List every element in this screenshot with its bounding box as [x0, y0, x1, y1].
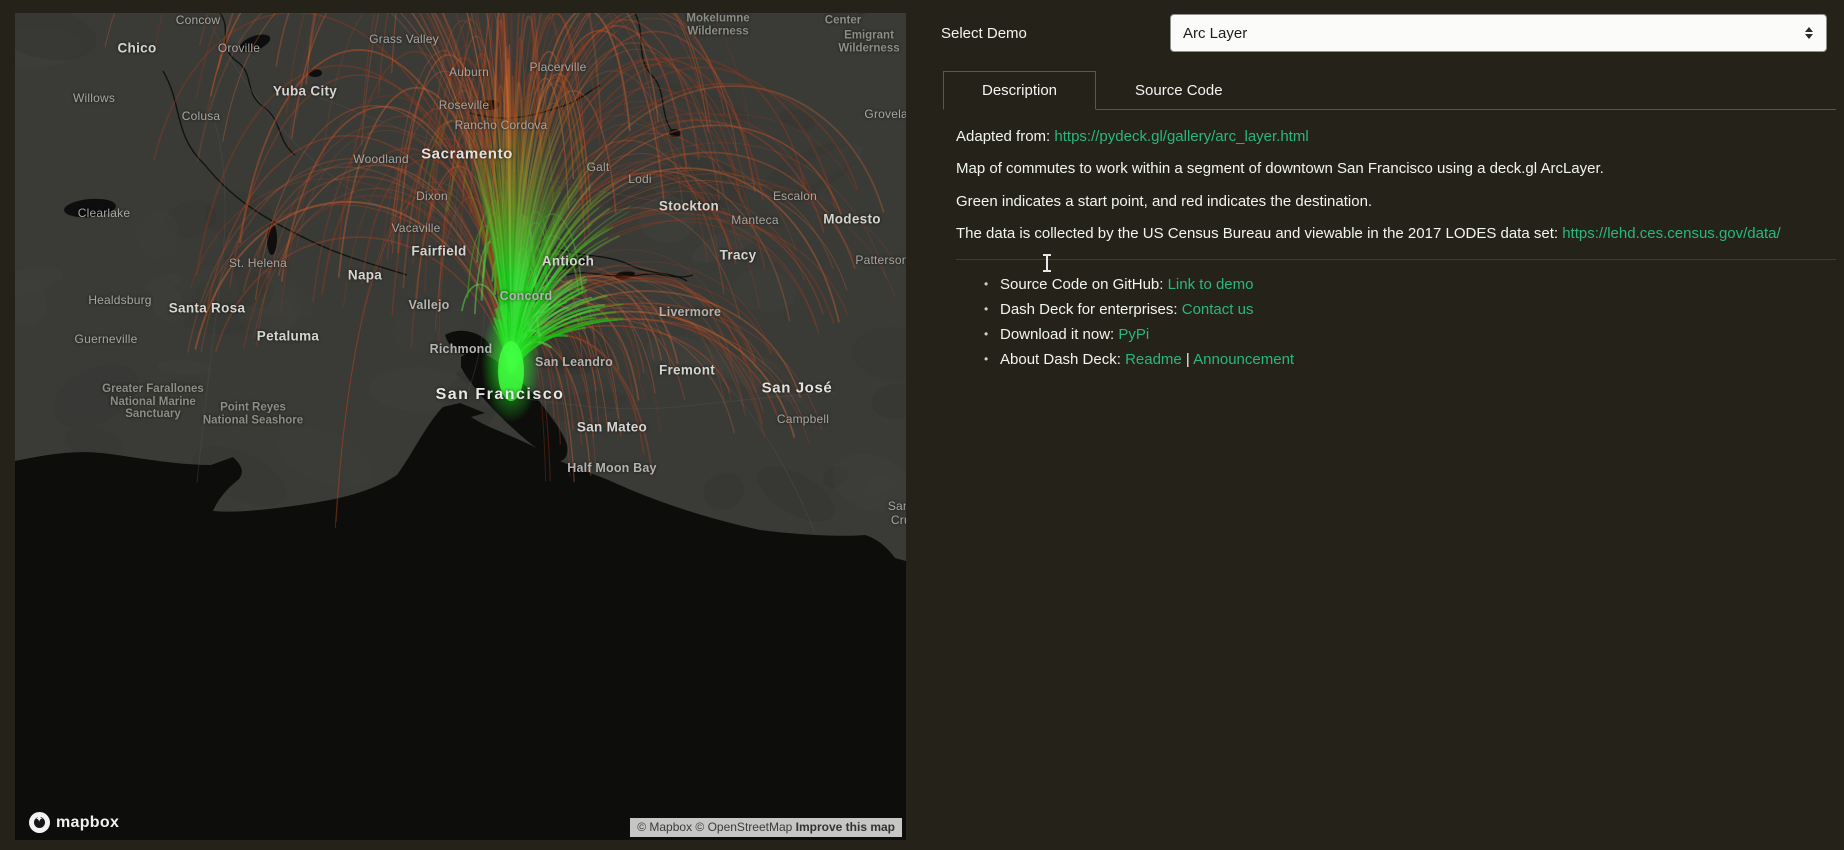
description-paragraph: Adapted from: https://pydeck.gl/gallery/… — [956, 126, 1836, 147]
links-list: Source Code on GitHub: Link to demo Dash … — [982, 274, 1836, 370]
select-demo-label: Select Demo — [941, 25, 1170, 42]
map-attribution[interactable]: © Mapbox © OpenStreetMap Improve this ma… — [630, 818, 902, 837]
list-item: Download it now: PyPi — [982, 324, 1836, 345]
description-paragraph: The data is collected by the US Census B… — [956, 223, 1836, 244]
inline-link[interactable]: Contact us — [1182, 301, 1254, 318]
attribution-text: © Mapbox © OpenStreetMap — [637, 820, 795, 834]
tabs-bar: Description Source Code — [943, 70, 1836, 110]
inline-link[interactable]: Readme — [1125, 351, 1182, 368]
inline-link[interactable]: https://lehd.ces.census.gov/data/ — [1562, 225, 1780, 242]
control-panel: Select Demo Arc Layer Description Source… — [906, 0, 1844, 850]
mapbox-logo[interactable]: mapbox — [29, 812, 119, 833]
mapbox-wordmark: mapbox — [56, 814, 119, 832]
demo-select[interactable]: Arc Layer — [1170, 14, 1827, 52]
inline-link[interactable]: https://pydeck.gl/gallery/arc_layer.html — [1054, 128, 1308, 145]
list-item: Dash Deck for enterprises: Contact us — [982, 299, 1836, 320]
description-paragraph: Green indicates a start point, and red i… — [956, 191, 1836, 212]
improve-this-map-link[interactable]: Improve this map — [796, 820, 895, 834]
deckgl-map[interactable]: SacramentoSan FranciscoSan JoséChicoYuba… — [15, 13, 906, 840]
list-item: Source Code on GitHub: Link to demo — [982, 274, 1836, 295]
tab-source-code[interactable]: Source Code — [1096, 71, 1262, 110]
app-root: SacramentoSan FranciscoSan JoséChicoYuba… — [0, 0, 1844, 850]
description-content: Adapted from: https://pydeck.gl/gallery/… — [956, 126, 1836, 370]
inline-link[interactable]: PyPi — [1118, 326, 1149, 343]
list-item: About Dash Deck: Readme | Announcement — [982, 349, 1836, 370]
arc-layer — [15, 13, 906, 840]
divider — [956, 259, 1836, 260]
demo-select-row: Select Demo Arc Layer — [941, 14, 1827, 52]
demo-select-wrap: Arc Layer — [1170, 14, 1827, 52]
inline-link[interactable]: Announcement — [1193, 351, 1294, 368]
mapbox-icon — [29, 812, 50, 833]
tab-description[interactable]: Description — [943, 71, 1096, 110]
description-paragraph: Map of commutes to work within a segment… — [956, 158, 1836, 179]
inline-link[interactable]: Link to demo — [1168, 276, 1254, 293]
